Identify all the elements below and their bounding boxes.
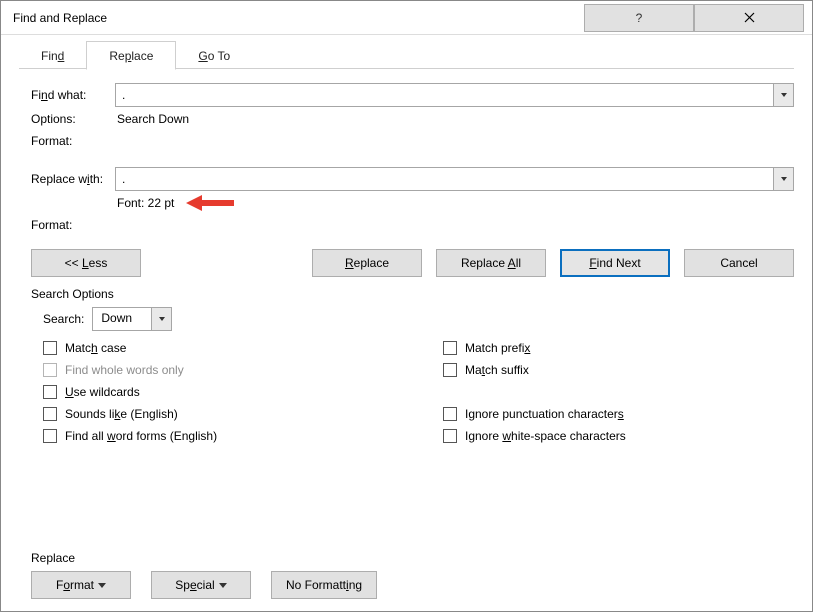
replace-with-dropdown[interactable] [773,168,793,190]
dialog-title: Find and Replace [13,11,584,25]
find-replace-dialog: Find and Replace ? Find Replace Go To Fi… [0,0,813,612]
special-button[interactable]: Special [151,571,251,599]
format-button[interactable]: Format [31,571,131,599]
checkbox-label: Ignore punctuation characters [465,407,624,421]
caret-down-icon [98,583,106,588]
checkbox-box [443,429,457,443]
checkbox-label: Match prefix [465,341,530,355]
search-direction-label: Search: [43,312,84,326]
checkbox-box [43,407,57,421]
search-direction-value: Down [93,308,151,330]
checkbox-label: Ignore white-space characters [465,429,626,443]
replace-with-label: Replace with: [31,172,115,186]
replace-button[interactable]: Replace [312,249,422,277]
checkbox-box [43,363,57,377]
chevron-down-icon [781,177,787,181]
options-label: Options: [31,112,115,126]
checkbox-box [443,341,457,355]
checkbox-label: Match case [65,341,126,355]
checkbox-label: Find all word forms (English) [65,429,217,443]
tab-replace[interactable]: Replace [86,41,176,70]
main-buttons-row: << Less Replace Replace All Find Next Ca… [31,249,794,277]
whole-words-checkbox: Find whole words only [43,363,443,377]
replace-legend: Replace [31,551,794,565]
replace-format-section: Replace Format Special No Formatting [31,545,794,599]
match-case-checkbox[interactable]: Match case [43,341,443,355]
ignore-whitespace-checkbox[interactable]: Ignore white-space characters [443,429,626,443]
no-formatting-button[interactable]: No Formatting [271,571,377,599]
less-button[interactable]: << Less [31,249,141,277]
caret-down-icon [219,583,227,588]
find-what-input[interactable] [116,84,773,106]
format-label-top: Format: [31,134,115,148]
help-button[interactable]: ? [584,4,694,32]
tab-goto[interactable]: Go To [176,42,252,69]
tab-find[interactable]: Find [19,42,86,69]
match-prefix-checkbox[interactable]: Match prefix [443,341,626,355]
replace-all-button[interactable]: Replace All [436,249,546,277]
replace-with-combo[interactable] [115,167,794,191]
format-value-bottom: Font: 22 pt [115,196,174,210]
titlebar: Find and Replace ? [1,1,812,35]
bottom-buttons-row: Format Special No Formatting [31,571,794,599]
find-what-label: Find what: [31,88,115,102]
checkbox-box [443,407,457,421]
find-what-combo[interactable] [115,83,794,107]
dialog-body: Find Replace Go To Find what: Options: S… [1,35,812,611]
question-icon: ? [636,11,643,25]
word-forms-checkbox[interactable]: Find all word forms (English) [43,429,443,443]
checkbox-box [443,363,457,377]
use-wildcards-checkbox[interactable]: Use wildcards [43,385,443,399]
close-button[interactable] [694,4,804,32]
checkbox-box [43,385,57,399]
replace-panel: Find what: Options: Search Down Format: … [1,69,812,453]
match-suffix-checkbox[interactable]: Match suffix [443,363,626,377]
search-options-legend: Search Options [31,287,794,301]
ignore-punctuation-checkbox[interactable]: Ignore punctuation characters [443,407,626,421]
cancel-button[interactable]: Cancel [684,249,794,277]
sounds-like-checkbox[interactable]: Sounds like (English) [43,407,443,421]
search-direction-dropdown[interactable] [151,308,171,330]
annotation-arrow-icon [184,193,234,213]
format-label-bottom2: Format: [31,218,115,232]
options-value: Search Down [115,112,189,126]
replace-with-input[interactable] [116,168,773,190]
checkbox-box [43,429,57,443]
checkbox-label: Use wildcards [65,385,140,399]
checkbox-label: Match suffix [465,363,529,377]
find-what-dropdown[interactable] [773,84,793,106]
search-direction-select[interactable]: Down [92,307,172,331]
checkbox-label: Sounds like (English) [65,407,178,421]
tabs-strip: Find Replace Go To [1,35,812,69]
close-icon [744,12,755,23]
search-options-area: Search: Down Match case Fi [31,307,794,443]
find-next-button[interactable]: Find Next [560,249,670,277]
chevron-down-icon [159,317,165,321]
checkbox-label: Find whole words only [65,363,184,377]
chevron-down-icon [781,93,787,97]
checkbox-box [43,341,57,355]
